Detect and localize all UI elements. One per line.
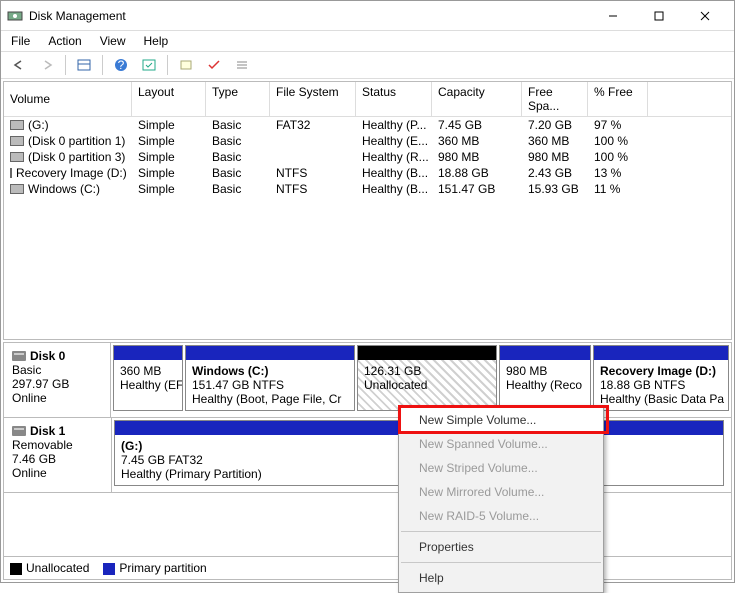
col-layout[interactable]: Layout [132,82,206,116]
menu-file[interactable]: File [11,34,30,48]
partition[interactable]: Windows (C:)151.47 GB NTFSHealthy (Boot,… [185,345,355,411]
ctx-properties[interactable]: Properties [399,535,603,559]
volume-row[interactable]: Recovery Image (D:)SimpleBasicNTFSHealth… [4,165,731,181]
app-icon [7,8,23,24]
back-button[interactable] [7,54,31,76]
refresh-icon[interactable] [137,54,161,76]
col-filesystem[interactable]: File System [270,82,356,116]
ctx-new-striped-volume: New Striped Volume... [399,456,603,480]
help-icon[interactable]: ? [109,54,133,76]
disk-graphical-view: Disk 0Basic297.97 GBOnline360 MBHealthy … [3,342,732,580]
volume-icon [10,120,24,130]
disk-row: Disk 0Basic297.97 GBOnline360 MBHealthy … [4,343,731,418]
context-menu: New Simple Volume... New Spanned Volume.… [398,405,604,593]
volume-row[interactable]: (Disk 0 partition 3)SimpleBasicHealthy (… [4,149,731,165]
legend-primary: Primary partition [119,561,206,575]
ctx-new-simple-volume[interactable]: New Simple Volume... [399,408,603,432]
volume-row[interactable]: Windows (C:)SimpleBasicNTFSHealthy (B...… [4,181,731,197]
volume-icon [10,184,24,194]
legend-unallocated: Unallocated [26,561,89,575]
disk-icon [12,351,26,361]
partition-unallocated[interactable]: 126.31 GBUnallocated [357,345,497,411]
disk-icon [12,426,26,436]
menu-help[interactable]: Help [144,34,169,48]
volume-icon [10,168,12,178]
legend-primary-swatch [103,563,115,575]
settings-icon[interactable] [174,54,198,76]
col-volume[interactable]: Volume [4,82,132,116]
ctx-new-spanned-volume: New Spanned Volume... [399,432,603,456]
volume-row[interactable]: (G:)SimpleBasicFAT32Healthy (P...7.45 GB… [4,117,731,133]
ctx-new-raid5-volume: New RAID-5 Volume... [399,504,603,528]
ctx-new-mirrored-volume: New Mirrored Volume... [399,480,603,504]
legend: Unallocated Primary partition [4,556,731,579]
disk-info[interactable]: Disk 0Basic297.97 GBOnline [4,343,111,417]
col-pctfree[interactable]: % Free [588,82,648,116]
col-freespace[interactable]: Free Spa... [522,82,588,116]
partition[interactable]: Recovery Image (D:)18.88 GB NTFSHealthy … [593,345,729,411]
disk-management-window: Disk Management File Action View Help ? … [0,0,735,583]
ctx-help[interactable]: Help [399,566,603,590]
maximize-button[interactable] [636,1,682,31]
partition[interactable]: 360 MBHealthy (EFI [113,345,183,411]
volume-icon [10,152,24,162]
toolbar: ? [1,51,734,79]
partition[interactable]: 980 MBHealthy (Reco [499,345,591,411]
disk-info[interactable]: Disk 1Removable7.46 GBOnline [4,418,112,492]
legend-unallocated-swatch [10,563,22,575]
list-icon[interactable] [230,54,254,76]
volume-list: Volume Layout Type File System Status Ca… [3,81,732,340]
titlebar: Disk Management [1,1,734,31]
check-icon[interactable] [202,54,226,76]
col-capacity[interactable]: Capacity [432,82,522,116]
col-status[interactable]: Status [356,82,432,116]
volume-icon [10,136,24,146]
menu-view[interactable]: View [100,34,126,48]
menu-action[interactable]: Action [48,34,81,48]
view-toggle-icon[interactable] [72,54,96,76]
svg-text:?: ? [118,58,125,72]
close-button[interactable] [682,1,728,31]
menubar: File Action View Help [1,31,734,51]
minimize-button[interactable] [590,1,636,31]
volume-list-header: Volume Layout Type File System Status Ca… [4,82,731,117]
volume-row[interactable]: (Disk 0 partition 1)SimpleBasicHealthy (… [4,133,731,149]
forward-button[interactable] [35,54,59,76]
col-type[interactable]: Type [206,82,270,116]
window-title: Disk Management [29,9,590,23]
disk-row: Disk 1Removable7.46 GBOnline(G:)7.45 GB … [4,418,731,493]
